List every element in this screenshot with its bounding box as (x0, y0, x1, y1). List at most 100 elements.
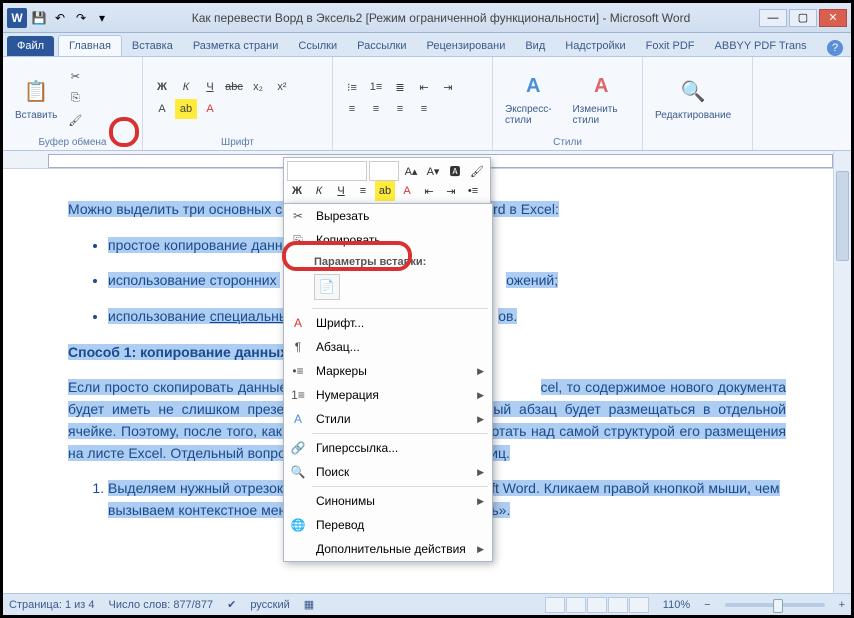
text-effects-button[interactable]: A (151, 99, 173, 119)
ctx-additional[interactable]: Дополнительные действия▶ (284, 537, 492, 561)
tab-view[interactable]: Вид (515, 36, 555, 56)
doc-li3a: использование (108, 308, 210, 324)
tab-review[interactable]: Рецензировани (417, 36, 516, 56)
align-left-button[interactable]: ≡ (341, 99, 363, 119)
macro-icon[interactable]: ▦ (304, 598, 314, 611)
strike-button[interactable]: abc (223, 77, 245, 97)
status-page[interactable]: Страница: 1 из 4 (9, 599, 95, 611)
status-zoom[interactable]: 110% (663, 599, 690, 611)
minimize-button[interactable]: — (759, 9, 787, 27)
highlight-button[interactable]: ab (175, 99, 197, 119)
multilevel-button[interactable]: ≣ (389, 77, 411, 97)
tab-mailings[interactable]: Рассылки (347, 36, 416, 56)
mini-shrink-font-button[interactable]: A▾ (423, 161, 443, 181)
close-button[interactable]: ✕ (819, 9, 847, 27)
bullets-button[interactable]: ⁝≡ (341, 77, 363, 97)
tab-abbyy[interactable]: ABBYY PDF Trans (705, 36, 817, 56)
mini-styles-button[interactable]: 🅰 (445, 161, 465, 181)
indent-inc-button[interactable]: ⇥ (437, 77, 459, 97)
ctx-copy[interactable]: ⎘Копировать (284, 228, 492, 252)
mini-bold-button[interactable]: Ж (287, 181, 307, 201)
ctx-hyperlink[interactable]: 🔗Гиперссылка... (284, 436, 492, 460)
undo-icon[interactable]: ↶ (51, 9, 69, 27)
numbering-button[interactable]: 1≡ (365, 77, 387, 97)
translate-icon: 🌐 (288, 518, 308, 532)
chevron-right-icon: ▶ (477, 496, 484, 507)
mini-underline-button[interactable]: Ч (331, 181, 351, 201)
paragraph-icon: ¶ (288, 340, 308, 354)
font-color-button[interactable]: A (199, 99, 221, 119)
status-words[interactable]: Число слов: 877/877 (109, 599, 214, 611)
tab-home[interactable]: Главная (58, 35, 122, 56)
redo-icon[interactable]: ↷ (72, 9, 90, 27)
underline-button[interactable]: Ч (199, 77, 221, 97)
ctx-numbering[interactable]: 1≡Нумерация▶ (284, 383, 492, 407)
zoom-slider[interactable] (725, 603, 825, 607)
format-painter-icon[interactable]: 🖌 (64, 110, 86, 130)
ctx-cut[interactable]: ✂Вырезать (284, 204, 492, 228)
italic-button[interactable]: К (175, 77, 197, 97)
maximize-button[interactable]: ▢ (789, 9, 817, 27)
ctx-search[interactable]: 🔍Поиск▶ (284, 460, 492, 484)
indent-dec-button[interactable]: ⇤ (413, 77, 435, 97)
scrollbar-thumb[interactable] (836, 171, 849, 261)
ctx-translate[interactable]: 🌐Перевод (284, 513, 492, 537)
paste-button[interactable]: 📋 Вставить (11, 74, 61, 123)
tab-file[interactable]: Файл (7, 36, 54, 56)
status-language[interactable]: русский (250, 599, 289, 611)
tab-layout[interactable]: Разметка страни (183, 36, 289, 56)
align-right-button[interactable]: ≡ (389, 99, 411, 119)
mini-indent-inc-button[interactable]: ⇥ (441, 181, 461, 201)
align-center-button[interactable]: ≡ (365, 99, 387, 119)
mini-font-name[interactable] (287, 161, 367, 181)
mini-font-size[interactable] (369, 161, 399, 181)
doc-p2a: Если просто скопировать данные (68, 379, 292, 395)
view-print-layout[interactable] (545, 597, 565, 613)
superscript-button[interactable]: x² (271, 77, 293, 97)
mini-align-center-button[interactable]: ≡ (353, 181, 373, 201)
ctx-font[interactable]: AШрифт... (284, 311, 492, 335)
view-outline[interactable] (608, 597, 628, 613)
subscript-button[interactable]: x₂ (247, 77, 269, 97)
ctx-styles[interactable]: AСтили▶ (284, 407, 492, 431)
tab-addins[interactable]: Надстройки (555, 36, 635, 56)
ctx-paragraph[interactable]: ¶Абзац... (284, 335, 492, 359)
view-web[interactable] (587, 597, 607, 613)
tab-foxit[interactable]: Foxit PDF (636, 36, 705, 56)
mini-format-painter-icon[interactable]: 🖌 (467, 161, 487, 181)
statusbar: Страница: 1 из 4 Число слов: 877/877 ✔ р… (3, 593, 851, 615)
view-full-screen[interactable] (566, 597, 586, 613)
paste-keep-formatting-icon[interactable]: 📄 (314, 274, 340, 300)
word-logo-icon: W (7, 8, 27, 28)
mini-bullets-button[interactable]: •≡ (463, 181, 483, 201)
mini-highlight-button[interactable]: ab (375, 181, 395, 201)
tab-insert[interactable]: Вставка (122, 36, 183, 56)
vertical-scrollbar[interactable] (833, 151, 851, 593)
zoom-in-button[interactable]: + (839, 599, 845, 611)
cut-icon[interactable]: ✂ (64, 66, 86, 86)
ctx-synonyms[interactable]: Синонимы▶ (284, 489, 492, 513)
mini-italic-button[interactable]: К (309, 181, 329, 201)
ribbon-tabs: Файл Главная Вставка Разметка страни Ссы… (3, 33, 851, 57)
styles-group-label: Стили (501, 137, 634, 148)
bold-button[interactable]: Ж (151, 77, 173, 97)
save-icon[interactable]: 💾 (30, 9, 48, 27)
mini-font-color-button[interactable]: A (397, 181, 417, 201)
ctx-bullets[interactable]: •≡Маркеры▶ (284, 359, 492, 383)
find-icon: 🔍 (677, 76, 709, 108)
change-styles-button[interactable]: A Изменить стили (568, 68, 634, 128)
mini-grow-font-button[interactable]: A▴ (401, 161, 421, 181)
help-icon[interactable]: ? (827, 40, 843, 56)
editing-button[interactable]: 🔍 Редактирование (651, 74, 735, 123)
proofing-icon[interactable]: ✔ (227, 598, 236, 611)
tab-references[interactable]: Ссылки (288, 36, 347, 56)
copy-icon[interactable]: ⎘ (64, 88, 86, 108)
doc-li1: простое копирование данных; (108, 237, 304, 253)
qat-dropdown-icon[interactable]: ▾ (93, 9, 111, 27)
quick-styles-button[interactable]: A Экспресс-стили (501, 68, 565, 128)
zoom-out-button[interactable]: − (704, 599, 710, 611)
view-draft[interactable] (629, 597, 649, 613)
clipboard-group-label: Буфер обмена (11, 137, 134, 148)
justify-button[interactable]: ≡ (413, 99, 435, 119)
mini-indent-dec-button[interactable]: ⇤ (419, 181, 439, 201)
